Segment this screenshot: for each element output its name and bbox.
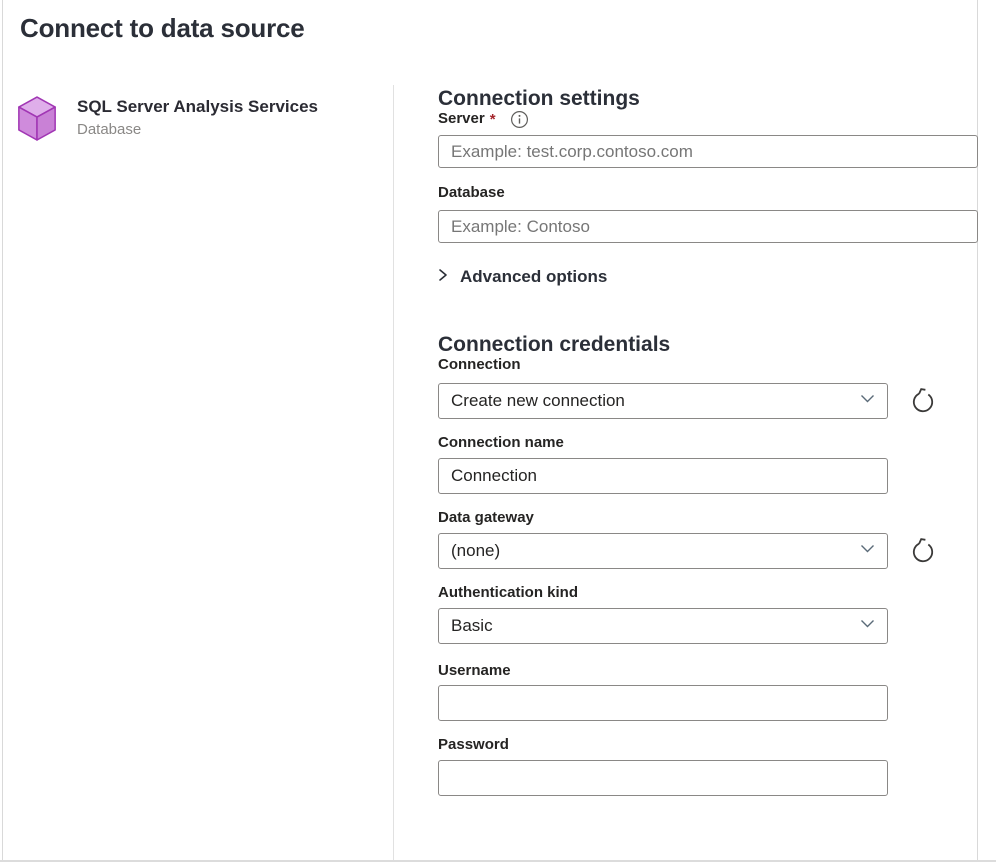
connection-combo-row: Create new connection: [438, 383, 978, 419]
data-gateway-combo-row: (none): [438, 533, 978, 569]
connection-dropdown[interactable]: Create new connection: [438, 383, 888, 419]
password-input[interactable]: [438, 760, 888, 796]
password-label: Password: [438, 737, 978, 753]
database-input[interactable]: [438, 210, 978, 243]
chevron-down-icon: [860, 616, 875, 636]
data-gateway-label: Data gateway: [438, 510, 978, 526]
info-icon[interactable]: [510, 110, 529, 129]
advanced-options-toggle[interactable]: Advanced options: [438, 267, 978, 287]
selected-data-source: SQL Server Analysis Services Database: [16, 95, 318, 148]
data-gateway-dropdown-value: (none): [451, 541, 500, 561]
authentication-kind-dropdown-value: Basic: [451, 616, 493, 636]
advanced-options-label: Advanced options: [460, 267, 607, 287]
connection-name-label: Connection name: [438, 435, 978, 451]
panel-divider: [393, 85, 394, 860]
connection-settings-heading: Connection settings: [438, 87, 978, 111]
connection-label: Connection: [438, 357, 978, 373]
connection-credentials-heading: Connection credentials: [438, 333, 978, 357]
refresh-icon: [909, 537, 937, 565]
cube-icon: [16, 95, 58, 148]
refresh-gateways-button[interactable]: [904, 533, 942, 569]
data-source-meta: SQL Server Analysis Services Database: [77, 95, 318, 139]
server-required-mark: *: [490, 111, 496, 128]
connection-dropdown-value: Create new connection: [451, 391, 625, 411]
username-label: Username: [438, 663, 978, 679]
chevron-down-icon: [860, 541, 875, 561]
chevron-down-icon: [860, 391, 875, 411]
data-source-name: SQL Server Analysis Services: [77, 97, 318, 117]
page-left-border: [2, 0, 3, 862]
server-input[interactable]: [438, 135, 978, 168]
server-label: Server: [438, 111, 485, 127]
page-bottom-border: [0, 860, 996, 862]
authentication-kind-label: Authentication kind: [438, 585, 978, 601]
authentication-kind-dropdown[interactable]: Basic: [438, 608, 888, 644]
database-label: Database: [438, 185, 978, 201]
server-label-row: Server *: [438, 111, 978, 127]
page-title: Connect to data source: [20, 13, 305, 44]
connection-name-input[interactable]: [438, 458, 888, 494]
chevron-right-icon: [438, 268, 448, 287]
username-input[interactable]: [438, 685, 888, 721]
data-gateway-dropdown[interactable]: (none): [438, 533, 888, 569]
data-source-kind: Database: [77, 121, 318, 139]
refresh-connections-button[interactable]: [904, 383, 942, 419]
refresh-icon: [909, 387, 937, 415]
connection-form: Connection settings Server * Database Ad…: [438, 0, 978, 796]
